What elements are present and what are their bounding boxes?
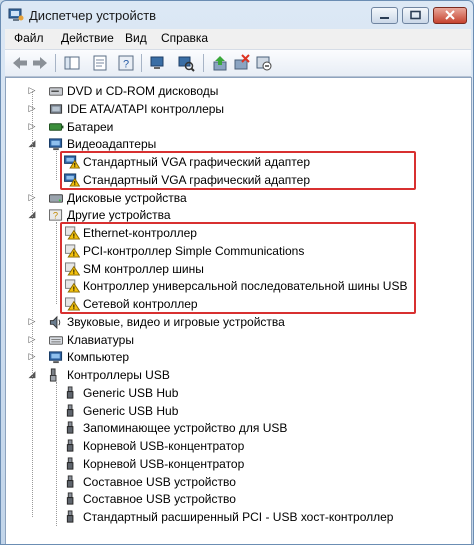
computer-icon (49, 351, 63, 364)
usb-plug-icon (66, 474, 74, 488)
tree-connector-line (32, 91, 33, 517)
usb-plug-icon (66, 492, 74, 505)
update-driver-icon[interactable] (211, 54, 229, 72)
battery-icon (49, 122, 64, 131)
tree-item-label: Клавиатуры (67, 332, 134, 347)
display-adapter-icon (49, 138, 63, 151)
menu-help[interactable]: Справка (161, 31, 208, 45)
svg-text:?: ? (123, 59, 129, 71)
forward-icon[interactable] (31, 54, 49, 72)
console-tree-icon[interactable] (63, 54, 81, 72)
tree-item-label: Дисковые устройства (67, 190, 187, 205)
minimize-icon (380, 17, 389, 19)
device-manager-app-icon (8, 8, 24, 21)
back-icon[interactable] (11, 54, 29, 72)
usb-plug-icon (66, 439, 74, 452)
uninstall-icon[interactable] (233, 54, 251, 72)
usb-plug-icon (66, 403, 74, 417)
title-bar[interactable]: Диспетчер устройств (1, 1, 473, 29)
tree-item-label: Корневой USB-концентратор (83, 456, 245, 471)
help-icon[interactable]: ? (117, 54, 135, 72)
maximize-button[interactable] (402, 7, 429, 24)
tree-item-label: Generic USB Hub (83, 385, 179, 400)
usb-plug-icon (66, 510, 74, 523)
close-icon (445, 10, 455, 20)
tree-connector-line (56, 222, 57, 304)
close-button[interactable] (433, 7, 467, 24)
computer-view-icon[interactable] (149, 54, 167, 72)
tree-item-label: Generic USB Hub (83, 403, 179, 418)
tree-item-label: Батареи (67, 119, 114, 134)
disable-icon[interactable] (255, 54, 273, 72)
properties-icon[interactable] (91, 54, 109, 72)
menu-action[interactable]: Действие (61, 31, 114, 45)
keyboard-icon (49, 335, 63, 345)
scan-icon[interactable] (177, 54, 195, 72)
tree-item-label: Звуковые, видео и игровые устройства (67, 314, 285, 329)
tree-item-label: Запоминающее устройство для USB (83, 421, 288, 436)
tree-item-label: Составное USB устройство (83, 492, 236, 507)
usb-plug-icon (66, 421, 74, 434)
menu-view[interactable]: Вид (125, 31, 147, 45)
tree-item-label: Корневой USB-концентратор (83, 439, 245, 453)
tree-item-label: Стандартный расширенный PCI - USB хост-к… (83, 510, 394, 524)
ide-controller-icon (49, 104, 63, 114)
menu-file[interactable]: Файл (14, 31, 44, 45)
device-tree[interactable]: ▷ DVD и CD-ROM дисководы ▷ IDE ATA/ATAPI ко… (5, 77, 472, 544)
dvd-drive-icon (49, 87, 63, 96)
toolbar-separator (55, 54, 56, 72)
disk-drive-icon (49, 193, 63, 203)
sound-icon (49, 315, 61, 329)
minimize-button[interactable] (371, 7, 398, 24)
tree-item-label: IDE ATA/ATAPI контроллеры (67, 101, 225, 116)
unknown-device-icon: ? (49, 209, 63, 221)
toolbar: ? (5, 49, 471, 77)
tree-item-label: Контроллеры USB (67, 368, 170, 382)
toolbar-separator (141, 54, 142, 72)
svg-text:?: ? (53, 211, 58, 221)
tree-item-label: Компьютер (67, 350, 130, 365)
device-manager-window: Диспетчер устройств Файл Действие Вид Сп… (0, 0, 474, 545)
highlight-box-display-adapters (60, 151, 416, 190)
usb-plug-icon (66, 457, 74, 470)
toolbar-separator (203, 54, 204, 72)
tree-item-label: DVD и CD-ROM дисководы (67, 84, 219, 98)
menu-bar: Файл Действие Вид Справка (5, 29, 471, 49)
tree-connector-line (56, 151, 57, 180)
usb-plug-icon (66, 386, 74, 399)
maximize-icon (410, 10, 421, 20)
usb-controller-icon (49, 368, 57, 382)
tree-item-label: Составное USB устройство (83, 474, 236, 489)
highlight-box-other-devices (60, 222, 416, 314)
window-title: Диспетчер устройств (29, 8, 157, 23)
tree-connector-line (56, 381, 57, 526)
